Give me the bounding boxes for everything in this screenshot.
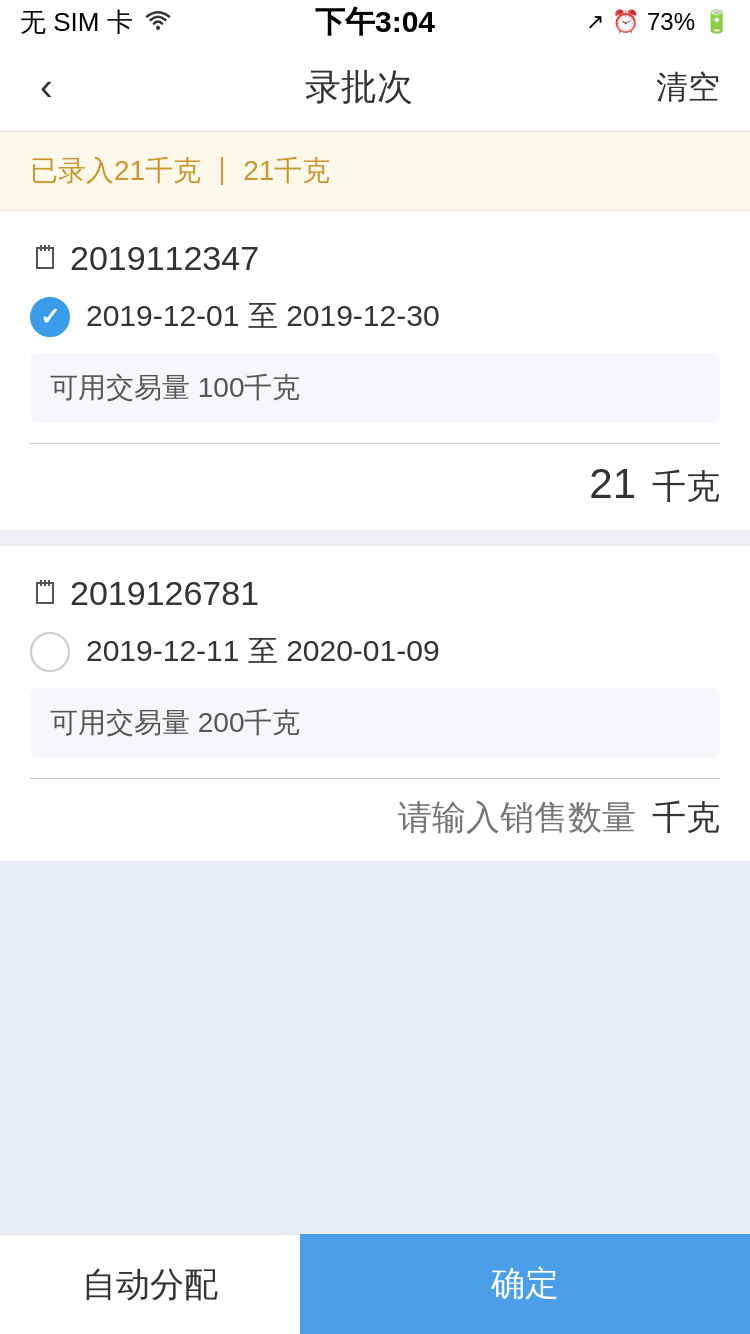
status-time: 下午3:04: [315, 2, 435, 43]
batch-id-1: 2019112347: [70, 239, 259, 278]
status-right: ↗ ⏰ 73% 🔋: [586, 8, 730, 36]
radio-btn-2[interactable]: [30, 632, 70, 672]
battery-percent: 73%: [647, 8, 695, 36]
batch-id-2: 2019126781: [70, 574, 259, 613]
amount-row-1: 21 千克: [0, 444, 750, 530]
section-divider: [0, 530, 750, 546]
batch-card-2: 🗒 2019126781 2019-12-11 至 2020-01-09 可用交…: [0, 546, 750, 861]
summary-banner: 已录入21千克 21千克: [0, 132, 750, 211]
gray-area: [0, 861, 750, 1261]
batch-date-row-2: 2019-12-11 至 2020-01-09: [0, 623, 750, 688]
page-title: 录批次: [305, 63, 413, 112]
input-row-2: 千克: [0, 779, 750, 861]
batch-icon-2: 🗒: [30, 575, 62, 612]
nav-bar: ‹ 录批次 清空: [0, 44, 750, 132]
batch-icon-1: 🗒: [30, 240, 62, 277]
availability-box-2: 可用交易量 200千克: [30, 688, 720, 758]
input-unit-2: 千克: [652, 795, 720, 841]
wifi-icon: [143, 7, 173, 38]
svg-point-0: [156, 26, 160, 30]
bottom-bar: 自动分配 确定: [0, 1234, 750, 1334]
availability-box-1: 可用交易量 100千克: [30, 353, 720, 423]
battery-icon: 🔋: [703, 9, 730, 35]
quantity-input-2[interactable]: [30, 798, 636, 837]
batch-date-row-1: 2019-12-01 至 2019-12-30: [0, 288, 750, 353]
batch-date-2: 2019-12-11 至 2020-01-09: [86, 631, 440, 672]
content-area: 已录入21千克 21千克 🗒 2019112347 2019-12-01 至 2…: [0, 132, 750, 1334]
auto-distribute-button[interactable]: 自动分配: [0, 1234, 300, 1334]
back-button[interactable]: ‹: [30, 56, 63, 119]
summary-value: 21千克: [243, 152, 330, 190]
location-icon: ↗: [586, 9, 604, 35]
alarm-icon: ⏰: [612, 9, 639, 35]
radio-btn-1[interactable]: [30, 297, 70, 337]
batch-header-1: 🗒 2019112347: [0, 211, 750, 288]
status-bar: 无 SIM 卡 下午3:04 ↗ ⏰ 73% 🔋: [0, 0, 750, 44]
clear-button[interactable]: 清空: [656, 66, 720, 110]
batch-card-1: 🗒 2019112347 2019-12-01 至 2019-12-30 可用交…: [0, 211, 750, 530]
batch-date-1: 2019-12-01 至 2019-12-30: [86, 296, 440, 337]
carrier-text: 无 SIM 卡: [20, 5, 133, 40]
confirm-button[interactable]: 确定: [300, 1234, 750, 1334]
amount-unit-1: 千克: [652, 464, 720, 510]
batch-header-2: 🗒 2019126781: [0, 546, 750, 623]
status-left: 无 SIM 卡: [20, 5, 173, 40]
summary-divider: [221, 157, 223, 185]
summary-label: 已录入21千克: [30, 152, 201, 190]
amount-value-1: 21: [589, 460, 636, 508]
